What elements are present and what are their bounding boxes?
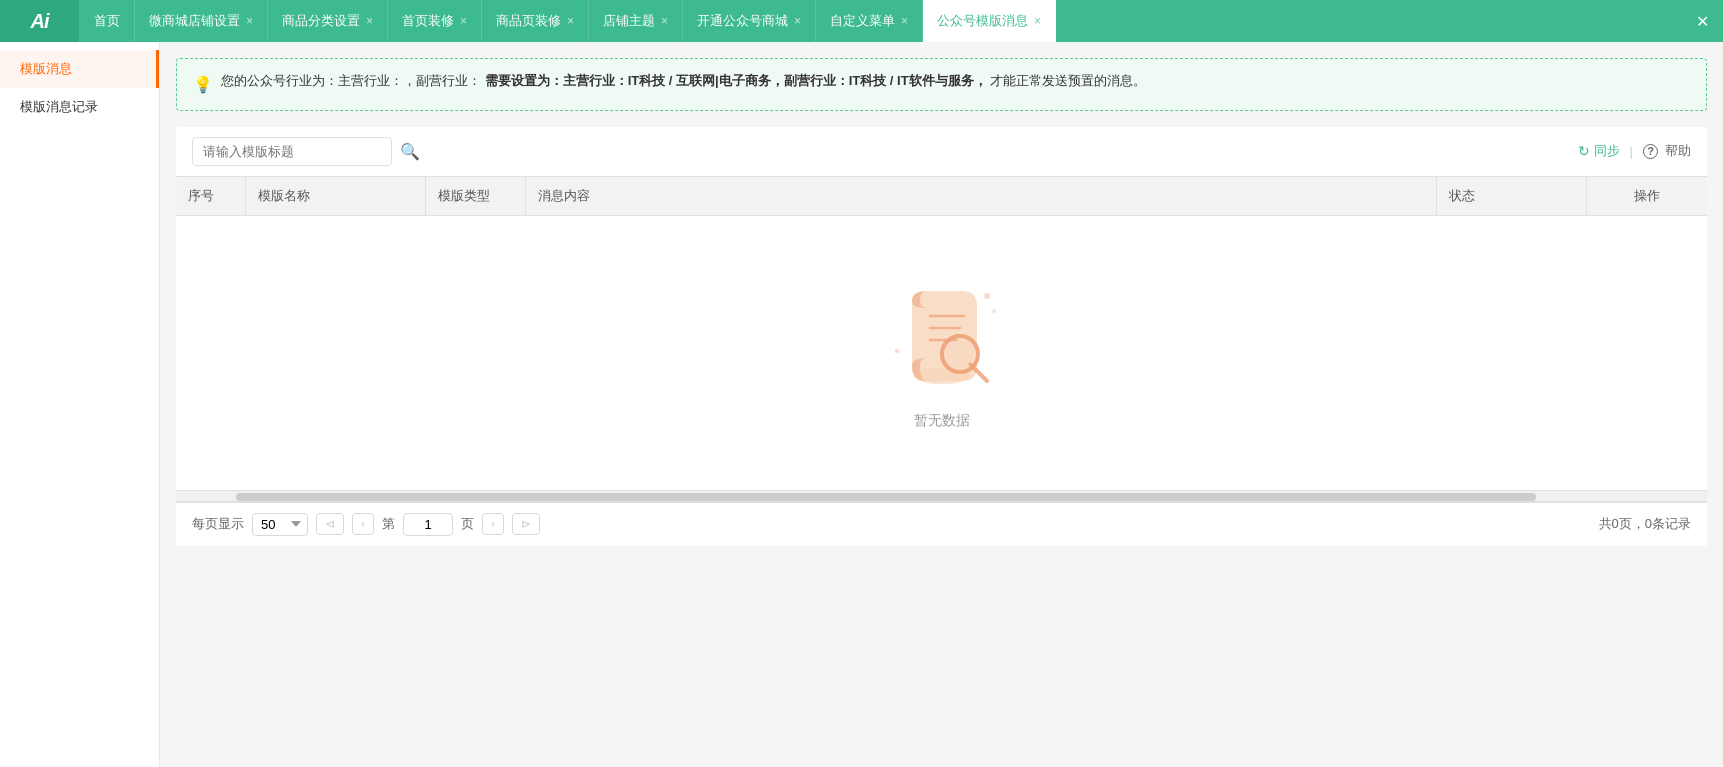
nav-tab-store-theme[interactable]: 店铺主题 × xyxy=(589,0,683,42)
th-type: 模版类型 xyxy=(426,177,526,215)
main-content: 💡 您的公众号行业为：主营行业：，副营行业： 需要设置为：主营行业：IT科技 /… xyxy=(160,42,1723,767)
svg-point-6 xyxy=(946,340,974,368)
close-custom-menu[interactable]: × xyxy=(901,14,908,28)
search-actions: ↻ 同步 | ? 帮助 xyxy=(1578,142,1691,160)
nav-tab-custom-menu[interactable]: 自定义菜单 × xyxy=(816,0,923,42)
prev-page-button[interactable]: ‹ xyxy=(352,513,374,535)
nav-tab-open-mall[interactable]: 开通公众号商城 × xyxy=(683,0,816,42)
close-all-button[interactable]: ✕ xyxy=(1682,12,1723,31)
search-button[interactable]: 🔍 xyxy=(396,138,424,165)
table-header: 序号 模版名称 模版类型 消息内容 状态 操作 xyxy=(176,177,1707,216)
first-page-button[interactable]: ⊲ xyxy=(316,513,344,535)
page-size-label: 每页显示 xyxy=(192,515,244,533)
last-page-button[interactable]: ⊳ xyxy=(512,513,540,535)
app-logo: Ai xyxy=(0,0,80,42)
nav-tab-template-msg[interactable]: 公众号模版消息 × xyxy=(923,0,1056,42)
page-label-after: 页 xyxy=(461,515,474,533)
scrollbar-thumb[interactable] xyxy=(236,493,1536,501)
divider: | xyxy=(1630,144,1633,159)
nav-tab-store-settings[interactable]: 微商城店铺设置 × xyxy=(135,0,268,42)
page-total: 共0页，0条记录 xyxy=(1599,515,1691,533)
th-name: 模版名称 xyxy=(246,177,426,215)
svg-point-9 xyxy=(894,348,899,353)
layout: 模版消息 模版消息记录 💡 您的公众号行业为：主营行业：，副营行业： 需要设置为… xyxy=(0,42,1723,767)
empty-state: 暂无数据 xyxy=(176,216,1707,490)
close-product-decoration[interactable]: × xyxy=(567,14,574,28)
th-status: 状态 xyxy=(1437,177,1587,215)
th-seq: 序号 xyxy=(176,177,246,215)
help-circle-icon: ? xyxy=(1643,144,1658,159)
svg-point-8 xyxy=(992,309,996,313)
close-store-settings[interactable]: × xyxy=(246,14,253,28)
sync-icon: ↻ xyxy=(1578,143,1590,159)
th-action: 操作 xyxy=(1587,177,1707,215)
page-input[interactable] xyxy=(403,513,453,536)
close-template-msg[interactable]: × xyxy=(1034,14,1041,28)
nav-tab-home[interactable]: 首页 xyxy=(80,0,135,42)
top-nav: Ai 首页 微商城店铺设置 × 商品分类设置 × 首页装修 × 商品页装修 × … xyxy=(0,0,1723,42)
notice-banner: 💡 您的公众号行业为：主营行业：，副营行业： 需要设置为：主营行业：IT科技 /… xyxy=(176,58,1707,111)
close-store-theme[interactable]: × xyxy=(661,14,668,28)
sidebar-item-template-msg-record[interactable]: 模版消息记录 xyxy=(0,88,159,126)
notice-icon: 💡 xyxy=(193,72,213,98)
notice-text: 您的公众号行业为：主营行业：，副营行业： 需要设置为：主营行业：IT科技 / 互… xyxy=(221,71,1146,92)
close-homepage-decoration[interactable]: × xyxy=(460,14,467,28)
nav-tab-category-settings[interactable]: 商品分类设置 × xyxy=(268,0,388,42)
sidebar: 模版消息 模版消息记录 xyxy=(0,42,160,767)
page-label-before: 第 xyxy=(382,515,395,533)
nav-tab-product-decoration[interactable]: 商品页装修 × xyxy=(482,0,589,42)
svg-point-7 xyxy=(984,293,990,299)
nav-tab-homepage-decoration[interactable]: 首页装修 × xyxy=(388,0,482,42)
page-size-select[interactable]: 10 20 50 100 xyxy=(252,513,308,536)
sync-button[interactable]: ↻ 同步 xyxy=(1578,142,1620,160)
close-category-settings[interactable]: × xyxy=(366,14,373,28)
empty-text: 暂无数据 xyxy=(914,412,970,430)
table-scrollbar[interactable] xyxy=(176,490,1707,502)
table-container: 序号 模版名称 模版类型 消息内容 状态 操作 xyxy=(176,177,1707,546)
close-open-mall[interactable]: × xyxy=(794,14,801,28)
pagination-bar: 每页显示 10 20 50 100 ⊲ ‹ 第 页 › ⊳ 共0页，0条记录 xyxy=(176,502,1707,546)
help-button[interactable]: ? 帮助 xyxy=(1643,142,1691,160)
next-page-button[interactable]: › xyxy=(482,513,504,535)
empty-illustration xyxy=(882,276,1002,396)
sidebar-item-template-msg[interactable]: 模版消息 xyxy=(0,50,159,88)
search-input[interactable] xyxy=(192,137,392,166)
th-content: 消息内容 xyxy=(526,177,1437,215)
